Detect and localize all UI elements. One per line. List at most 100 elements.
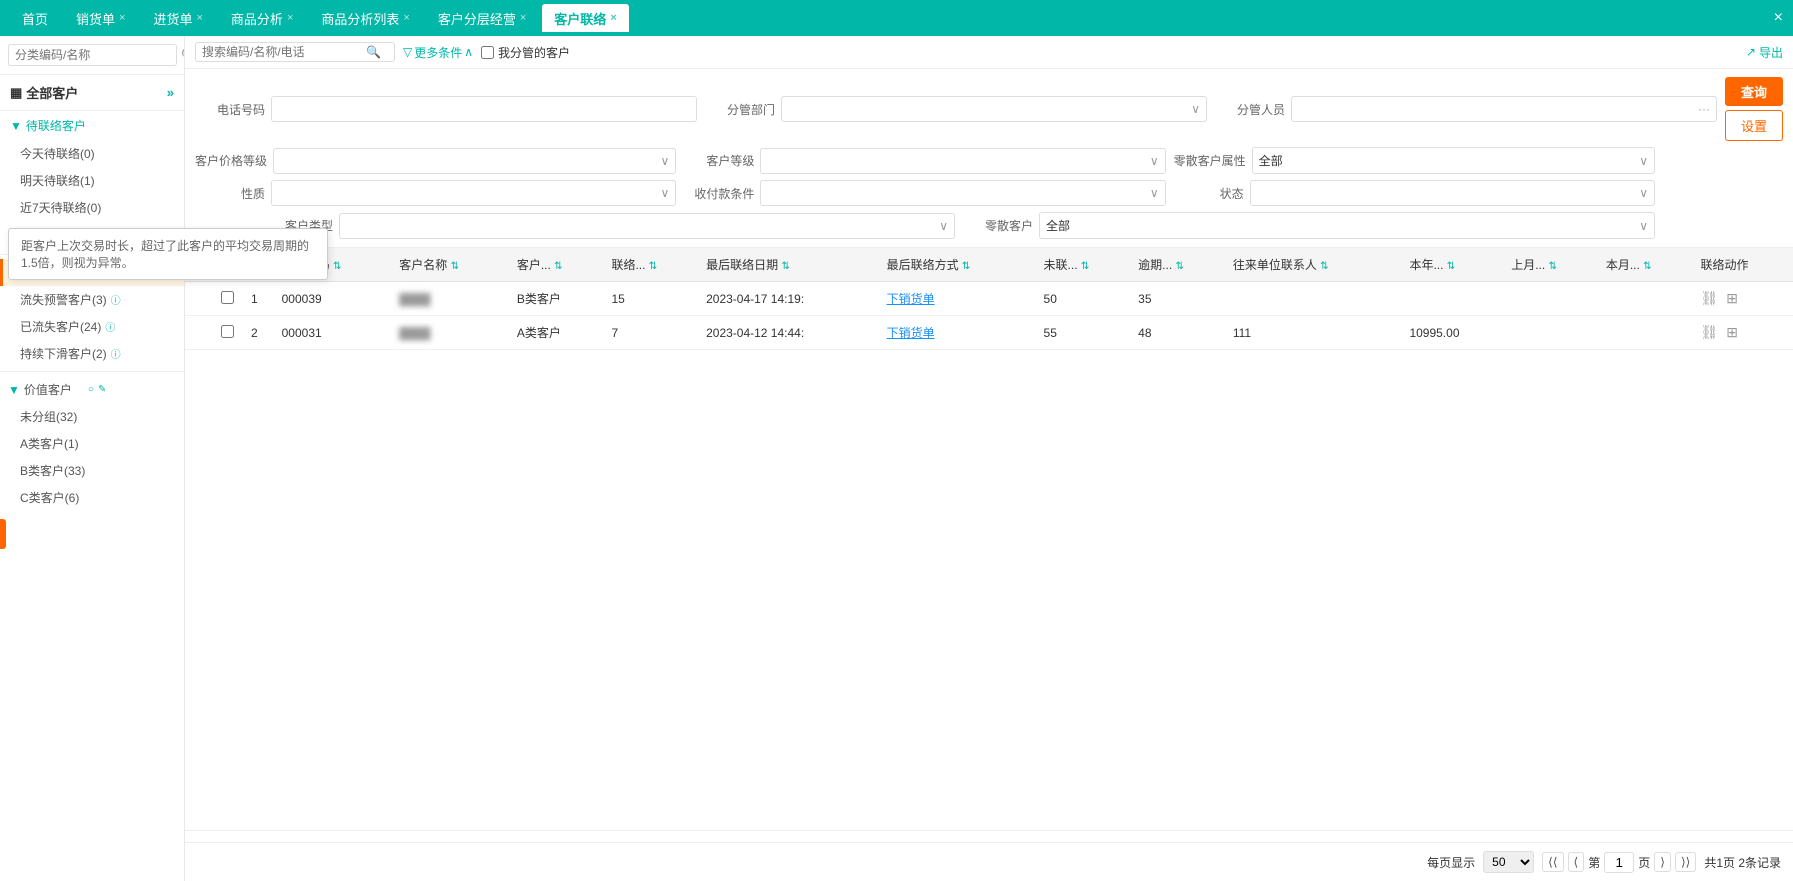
- td-pending: 55: [1038, 316, 1133, 350]
- tooltip-text: 距客户上次交易时长，超过了此客户的平均交易周期的1.5倍，则视为异常。: [21, 239, 309, 270]
- more-conditions-button[interactable]: ▽ 更多条件 ∧: [403, 44, 473, 61]
- close-icon[interactable]: ×: [119, 12, 125, 24]
- nav-tab-customer-segment[interactable]: 客户分层经营 ×: [426, 4, 538, 32]
- payment-select[interactable]: ∨: [760, 180, 1165, 206]
- sidebar-item-b-class[interactable]: B类客户(33): [0, 457, 184, 484]
- nav-tab-purchase[interactable]: 进货单 ×: [141, 4, 214, 32]
- th-name[interactable]: 客户名称 ⇅: [393, 248, 511, 282]
- customer-name-blurred: ████: [399, 328, 430, 340]
- th-overdue[interactable]: 逾期... ⇅: [1132, 248, 1227, 282]
- sidebar-item-unclassified[interactable]: 未分组(32): [0, 403, 184, 430]
- filter-grade: 客户等级 ∨: [684, 148, 1165, 174]
- th-unit-contact[interactable]: 往来单位联系人 ⇅: [1227, 248, 1404, 282]
- td-code: 000031: [276, 316, 394, 350]
- close-icon[interactable]: ×: [287, 12, 293, 24]
- chevron-down-icon: ∨: [1150, 154, 1159, 168]
- search-input[interactable]: [202, 45, 362, 59]
- sidebar-item-churn-warning[interactable]: 流失预警客户(3) ⓘ: [0, 286, 184, 313]
- th-last-contact-date[interactable]: 最后联络日期 ⇅: [700, 248, 880, 282]
- top-nav: 首页 销货单 × 进货单 × 商品分析 × 商品分析列表 × 客户分层经营 × …: [0, 0, 1793, 36]
- nav-tab-sales[interactable]: 销货单 ×: [64, 4, 137, 32]
- th-contact[interactable]: 联络... ⇅: [605, 248, 700, 282]
- row-checkbox[interactable]: [221, 325, 234, 338]
- filter-price-grade: 客户价格等级 ∨: [195, 148, 676, 174]
- close-icon[interactable]: ×: [520, 12, 526, 24]
- close-icon[interactable]: ×: [196, 12, 202, 24]
- filter-row-2: 客户价格等级 ∨ 客户等级 ∨ 零散客户属性 全部: [195, 147, 1783, 174]
- grid-action-icon[interactable]: ⊞: [1726, 324, 1738, 341]
- th-last-contact-method[interactable]: 最后联络方式 ⇅: [881, 248, 1038, 282]
- my-customers-check[interactable]: [481, 46, 494, 59]
- prev-page-button[interactable]: ⟨: [1568, 852, 1585, 872]
- first-page-button[interactable]: ⟨⟨: [1542, 852, 1563, 872]
- nav-tab-product-analysis[interactable]: 商品分析 ×: [219, 4, 305, 32]
- pending-contact-group-title[interactable]: ▼ 待联络客户: [0, 111, 184, 140]
- gender-select[interactable]: ∨: [271, 180, 676, 206]
- sidebar-item-a-class[interactable]: A类客户(1): [0, 430, 184, 457]
- th-this-year[interactable]: 本年... ⇅: [1403, 248, 1505, 282]
- collapse-icon[interactable]: »: [167, 85, 174, 100]
- sidebar-item-7days[interactable]: 近7天待联络(0): [0, 194, 184, 221]
- circle-icon[interactable]: ○: [88, 384, 94, 395]
- export-button[interactable]: ↗ 导出: [1746, 44, 1783, 61]
- th-pending[interactable]: 未联... ⇅: [1038, 248, 1133, 282]
- sidebar-item-c-class[interactable]: C类客户(6): [0, 484, 184, 511]
- sidebar-item-today[interactable]: 今天待联络(0): [0, 140, 184, 167]
- info-icon[interactable]: ⓘ: [111, 292, 121, 307]
- nav-tab-product-list[interactable]: 商品分析列表 ×: [309, 4, 421, 32]
- grade-select[interactable]: ∨: [760, 148, 1165, 174]
- person-select[interactable]: ···: [1291, 96, 1717, 122]
- sort-icon: ⇅: [333, 261, 341, 272]
- edit-icon[interactable]: ✎: [98, 384, 106, 395]
- horizontal-scrollbar[interactable]: [185, 830, 1793, 842]
- link-icon[interactable]: ⛓: [1700, 290, 1718, 307]
- last-page-button[interactable]: ⟩⟩: [1675, 852, 1696, 872]
- td-last-month: [1505, 282, 1600, 316]
- link-icon[interactable]: ⛓: [1700, 324, 1718, 341]
- sidebar-search-input[interactable]: [8, 44, 177, 66]
- filter-retail-customer: 零散客户 全部 ∨: [963, 212, 1655, 239]
- search-wrap: 🔍: [195, 42, 395, 62]
- my-customers-checkbox[interactable]: 我分管的客户: [481, 44, 570, 61]
- td-settings: [185, 316, 215, 350]
- filter-phone: 电话号码: [195, 96, 697, 122]
- query-button[interactable]: 查询: [1725, 77, 1783, 106]
- retail-attr-select[interactable]: 全部 ∨: [1252, 147, 1655, 174]
- page-end-label: 页: [1638, 854, 1650, 871]
- info-icon[interactable]: ⓘ: [111, 346, 121, 361]
- sidebar-item-churned[interactable]: 已流失客户(24) ⓘ: [0, 313, 184, 340]
- td-name: ████: [393, 316, 511, 350]
- search-icon[interactable]: 🔍: [366, 45, 381, 59]
- close-all-button[interactable]: ×: [1774, 9, 1783, 27]
- th-last-month[interactable]: 上月... ⇅: [1505, 248, 1600, 282]
- filter-area: 电话号码 分管部门 ∨ 分管人员 ···: [185, 69, 1793, 248]
- customer-type-select[interactable]: ∨: [339, 213, 955, 239]
- dept-select[interactable]: ∨: [781, 96, 1207, 122]
- contact-method-link[interactable]: 下销货单: [887, 326, 935, 340]
- grid-action-icon[interactable]: ⊞: [1726, 290, 1738, 307]
- row-checkbox[interactable]: [221, 291, 234, 304]
- contact-method-link[interactable]: 下销货单: [887, 292, 935, 306]
- status-select[interactable]: ∨: [1250, 180, 1655, 206]
- next-page-button[interactable]: ⟩: [1654, 852, 1671, 872]
- settings-button[interactable]: 设置: [1725, 110, 1783, 141]
- nav-tab-home[interactable]: 首页: [10, 9, 60, 28]
- page-input[interactable]: [1604, 852, 1634, 873]
- th-this-month[interactable]: 本月... ⇅: [1600, 248, 1695, 282]
- nav-tab-customer-contact[interactable]: 客户联络 ×: [542, 4, 628, 32]
- per-page-select[interactable]: 50 100 200: [1483, 851, 1534, 873]
- close-icon[interactable]: ×: [610, 12, 616, 24]
- td-last-contact-method: 下销货单: [881, 282, 1038, 316]
- sidebar-item-declining[interactable]: 持续下滑客户(2) ⓘ: [0, 340, 184, 367]
- retail-customer-select[interactable]: 全部 ∨: [1039, 212, 1655, 239]
- sort-icon: ⇅: [451, 261, 459, 272]
- td-unit-contact: [1227, 282, 1404, 316]
- phone-input[interactable]: [271, 96, 697, 122]
- close-icon[interactable]: ×: [403, 12, 409, 24]
- td-contact: 7: [605, 316, 700, 350]
- price-grade-select[interactable]: ∨: [273, 148, 676, 174]
- sidebar-item-tomorrow[interactable]: 明天待联络(1): [0, 167, 184, 194]
- content-area: 🔍 ▽ 更多条件 ∧ 我分管的客户 ↗ 导出 电话号码: [185, 36, 1793, 881]
- info-icon[interactable]: ⓘ: [105, 319, 115, 334]
- th-category[interactable]: 客户... ⇅: [511, 248, 606, 282]
